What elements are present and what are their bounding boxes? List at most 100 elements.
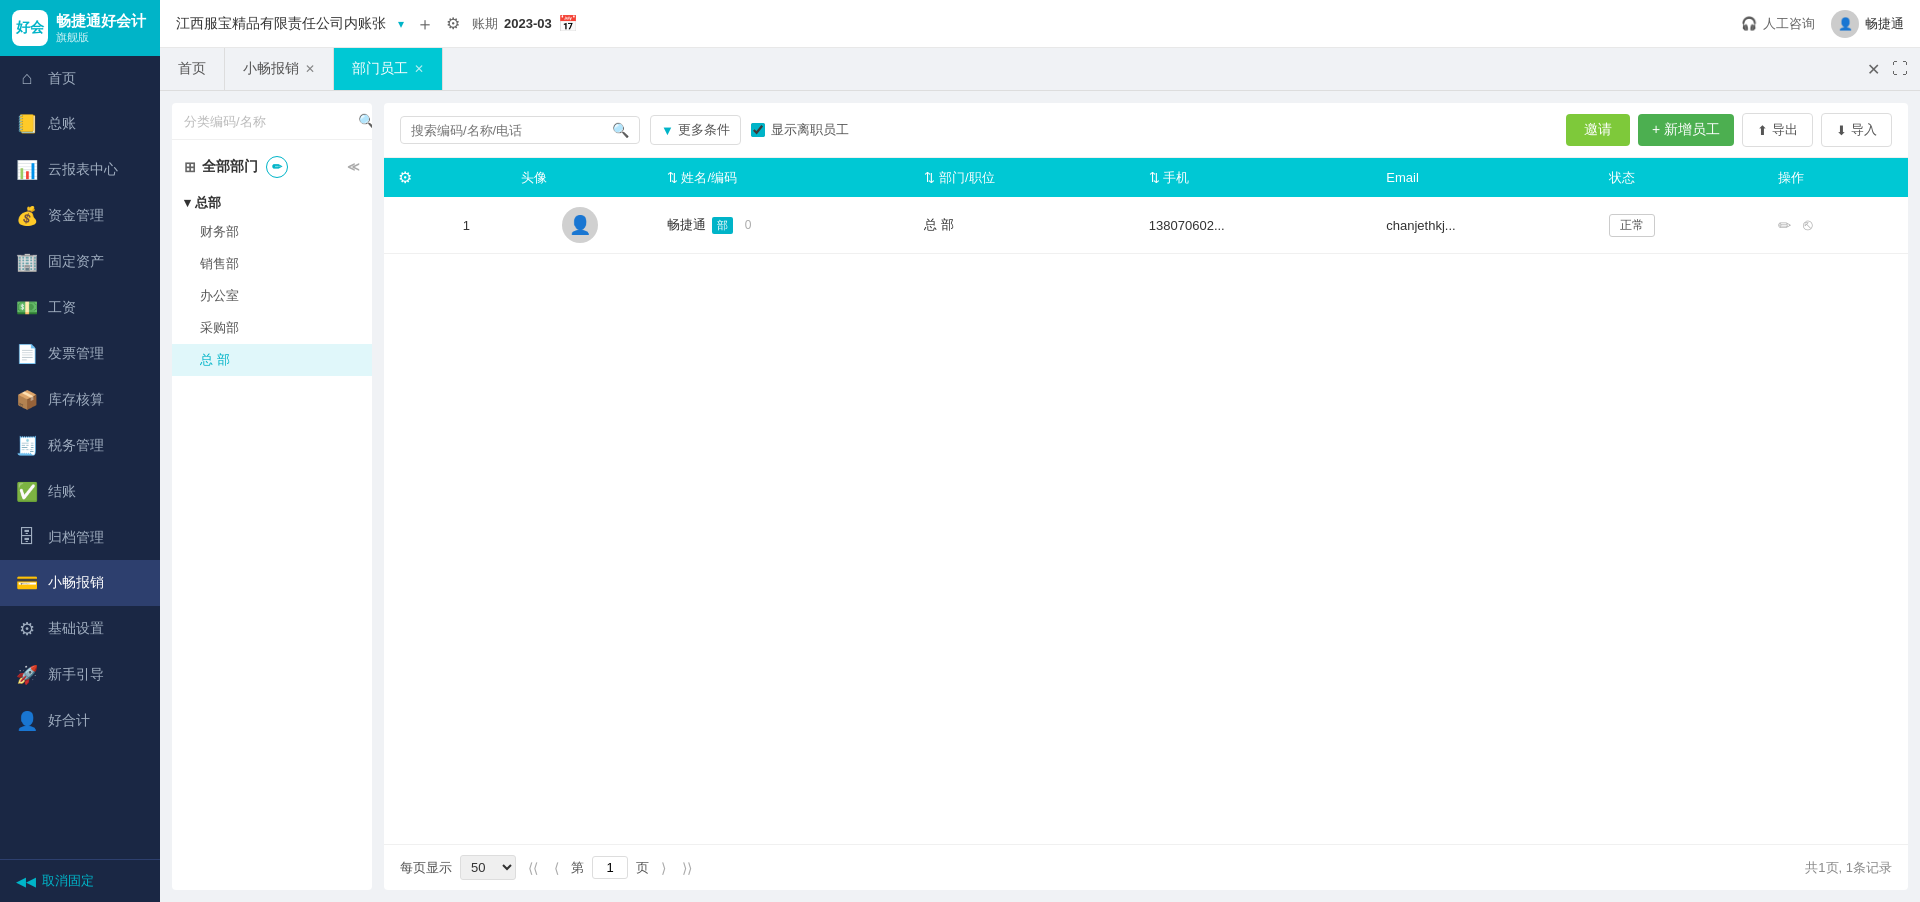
dept-search-icon[interactable]: 🔍 <box>358 113 372 129</box>
page-unit: 页 <box>636 859 649 877</box>
tab-close-icon[interactable]: ✕ <box>305 62 315 76</box>
export-button[interactable]: ⬆ 导出 <box>1742 113 1813 147</box>
company-name: 江西服宝精品有限责任公司内账张 <box>176 15 386 33</box>
add-company-button[interactable]: ＋ <box>416 12 434 36</box>
company-dropdown-icon[interactable]: ▾ <box>398 17 404 31</box>
dept-edit-button[interactable]: ✏ <box>266 156 288 178</box>
sidebar-item-fund[interactable]: 💰 资金管理 <box>0 193 160 239</box>
show-resigned-input[interactable] <box>751 123 765 137</box>
company-settings-button[interactable]: ⚙ <box>446 14 460 33</box>
app-logo: 好会 畅捷通好会计 旗舰版 <box>0 0 160 56</box>
sidebar-item-checkout[interactable]: ✅ 结账 <box>0 469 160 515</box>
dept-procurement[interactable]: 采购部 <box>172 312 372 344</box>
dept-general[interactable]: 总 部 <box>172 344 372 376</box>
salary-icon: 💵 <box>16 297 38 319</box>
sidebar-item-label: 小畅报销 <box>48 574 104 592</box>
table-row: 1 👤 畅捷通 部 0 <box>384 197 1908 254</box>
all-departments-item[interactable]: ⊞ 全部部门 ✏ ≪ <box>172 148 372 186</box>
period-value: 2023-03 <box>504 16 552 31</box>
page-label: 第 <box>571 859 584 877</box>
dept-office[interactable]: 办公室 <box>172 280 372 312</box>
tab-home-label: 首页 <box>178 60 206 78</box>
logout-employee-button[interactable]: ⎋ <box>1803 216 1813 234</box>
import-label: 导入 <box>1851 121 1877 139</box>
sidebar-item-inventory[interactable]: 📦 库存核算 <box>0 377 160 423</box>
fund-icon: 💰 <box>16 205 38 227</box>
cancel-pin-label: 取消固定 <box>42 872 94 890</box>
sidebar-item-account[interactable]: 👤 好合计 <box>0 698 160 744</box>
dept-sales[interactable]: 销售部 <box>172 248 372 280</box>
sidebar-item-xiaochang[interactable]: 💳 小畅报销 <box>0 560 160 606</box>
sidebar-item-label: 发票管理 <box>48 345 104 363</box>
col-name[interactable]: ⇅ 姓名/编码 <box>653 158 911 197</box>
sidebar-item-general-ledger[interactable]: 📒 总账 <box>0 101 160 147</box>
next-page-button[interactable]: ⟩ <box>657 858 670 878</box>
last-page-button[interactable]: ⟩⟩ <box>678 858 696 878</box>
dept-search-input[interactable] <box>184 114 352 129</box>
first-page-button[interactable]: ⟨⟨ <box>524 858 542 878</box>
search-icon[interactable]: 🔍 <box>612 122 629 138</box>
col-email: Email <box>1372 158 1595 197</box>
sidebar-item-label: 好合计 <box>48 712 90 730</box>
sidebar-item-label: 云报表中心 <box>48 161 118 179</box>
filter-icon: ▼ <box>661 123 674 138</box>
sidebar-item-reports[interactable]: 📊 云报表中心 <box>0 147 160 193</box>
per-page-label: 每页显示 <box>400 859 452 877</box>
checkout-icon: ✅ <box>16 481 38 503</box>
tax-icon: 🧾 <box>16 435 38 457</box>
close-tab-button[interactable]: ✕ <box>1863 56 1884 83</box>
import-button[interactable]: ⬇ 导入 <box>1821 113 1892 147</box>
sidebar-item-tax[interactable]: 🧾 税务管理 <box>0 423 160 469</box>
col-settings[interactable]: ⚙ <box>384 158 426 197</box>
employee-name: 畅捷通 <box>667 216 706 234</box>
period-display: 账期 2023-03 📅 <box>472 14 578 33</box>
left-panel: 🔍 ⊞ 全部部门 ✏ ≪ ▾ 总部 财务部 销售部 办公室 采购部 总 部 <box>172 103 372 890</box>
row-email: chanjethkj... <box>1372 197 1595 254</box>
user-menu[interactable]: 👤 畅捷通 <box>1831 10 1904 38</box>
app-name-block: 畅捷通好会计 旗舰版 <box>56 12 146 45</box>
row-ops: ✏ ⎋ <box>1764 197 1908 254</box>
col-phone[interactable]: ⇅ 手机 <box>1135 158 1372 197</box>
tab-department-employee[interactable]: 部门员工 ✕ <box>334 48 443 90</box>
col-dept[interactable]: ⇅ 部门/职位 <box>910 158 1135 197</box>
edit-employee-button[interactable]: ✏ <box>1778 216 1791 235</box>
period-label: 账期 <box>472 15 498 33</box>
filter-button[interactable]: ▼ 更多条件 <box>650 115 741 145</box>
sidebar-item-assets[interactable]: 🏢 固定资产 <box>0 239 160 285</box>
invite-button[interactable]: 邀请 <box>1566 114 1630 146</box>
sidebar-item-label: 新手引导 <box>48 666 104 684</box>
per-page-select[interactable]: 50 20 100 <box>460 855 516 880</box>
table-settings-icon[interactable]: ⚙ <box>398 169 412 186</box>
tab-home[interactable]: 首页 <box>160 48 225 90</box>
sidebar-item-guide[interactable]: 🚀 新手引导 <box>0 652 160 698</box>
sidebar-item-settings[interactable]: ⚙ 基础设置 <box>0 606 160 652</box>
dept-collapse-button[interactable]: ≪ <box>347 160 360 174</box>
support-button[interactable]: 🎧 人工咨询 <box>1741 15 1815 33</box>
search-input[interactable] <box>411 123 606 138</box>
headquarters-parent[interactable]: ▾ 总部 <box>172 186 372 216</box>
app-name: 畅捷通好会计 <box>56 12 146 30</box>
sidebar-item-invoice[interactable]: 📄 发票管理 <box>0 331 160 377</box>
sidebar-item-home[interactable]: ⌂ 首页 <box>0 56 160 101</box>
ledger-icon: 📒 <box>16 113 38 135</box>
show-resigned-checkbox[interactable]: 显示离职员工 <box>751 121 849 139</box>
page-input[interactable] <box>592 856 628 879</box>
headset-icon: 🎧 <box>1741 16 1757 31</box>
expand-tab-button[interactable]: ⛶ <box>1888 56 1912 82</box>
tabs-actions: ✕ ⛶ <box>1863 56 1920 83</box>
prev-page-button[interactable]: ⟨ <box>550 858 563 878</box>
grid-icon: ⊞ <box>184 159 196 175</box>
support-label: 人工咨询 <box>1763 15 1815 33</box>
cancel-pin-button[interactable]: ◀◀ 取消固定 <box>0 859 160 902</box>
employee-avatar: 👤 <box>562 207 598 243</box>
sidebar-item-salary[interactable]: 💵 工资 <box>0 285 160 331</box>
add-employee-button[interactable]: + 新增员工 <box>1638 114 1734 146</box>
dept-finance[interactable]: 财务部 <box>172 216 372 248</box>
calendar-icon[interactable]: 📅 <box>558 14 578 33</box>
assets-icon: 🏢 <box>16 251 38 273</box>
tab-close-icon[interactable]: ✕ <box>414 62 424 76</box>
sidebar-item-archive[interactable]: 🗄 归档管理 <box>0 515 160 560</box>
sidebar-item-label: 固定资产 <box>48 253 104 271</box>
tab-xiaochang-reimbursement[interactable]: 小畅报销 ✕ <box>225 48 334 90</box>
row-settings-cell <box>384 197 426 254</box>
